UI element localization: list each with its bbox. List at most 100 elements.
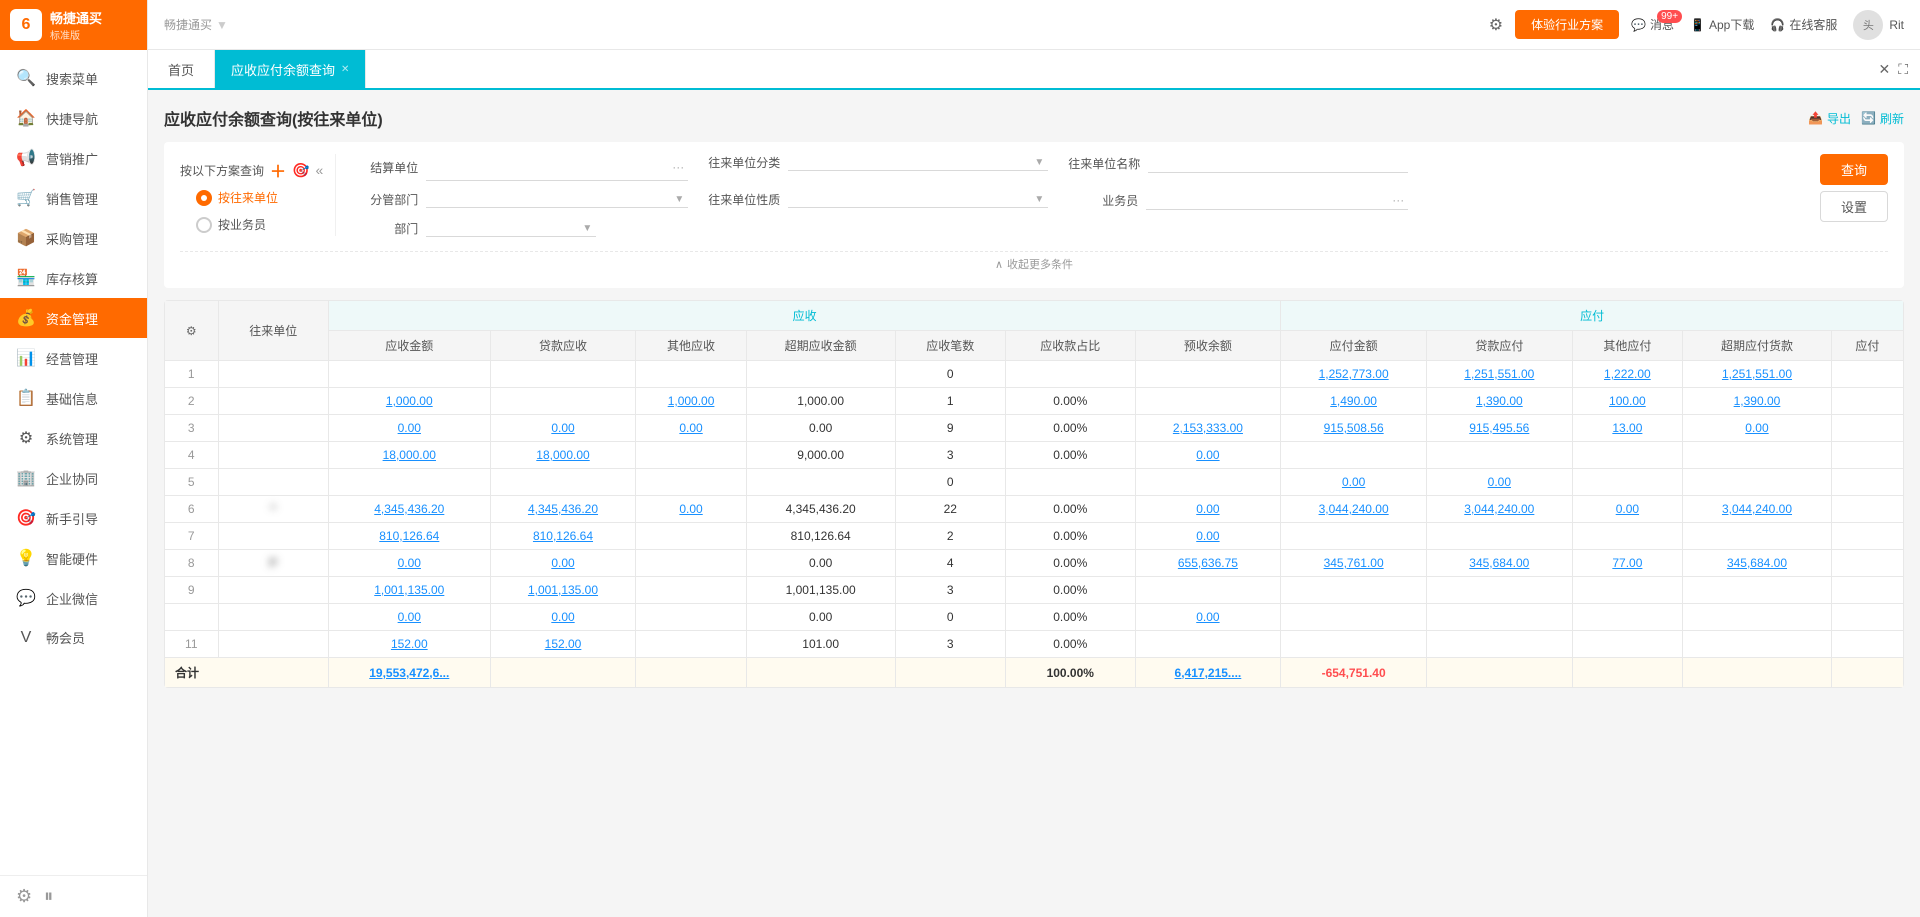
sidebar-settings-icon[interactable]: ⚙: [16, 886, 32, 907]
th-yingshou-count: 应收笔数: [895, 331, 1005, 361]
chevron-down-fenguan: ▼: [674, 194, 684, 205]
th-settings-icon[interactable]: ⚙: [165, 301, 219, 361]
sidebar: 6 畅捷通买 标准版 🔍搜索菜单🏠快捷导航📢营销推广🛒销售管理📦采购管理🏪库存核…: [0, 0, 148, 917]
table-row: 11152.00152.00101.0030.00%: [165, 631, 1904, 658]
footer-yingshou-amount[interactable]: 19,553,472,6...: [328, 658, 490, 688]
footer-chaoqi-yingfu: [1683, 658, 1832, 688]
sidebar-item-newbie[interactable]: 🎯新手引导: [0, 498, 147, 538]
sidebar-icon-newbie: 🎯: [16, 508, 36, 528]
data-table-wrap: ⚙ 往来单位 应收 应付 应收金额 贷款应收 其他应收 超期应收金额 应收笔数 …: [164, 300, 1904, 688]
footer-yingfu-extra: [1831, 658, 1903, 688]
add-filter-icon[interactable]: ＋: [270, 158, 286, 182]
tab-close-icon[interactable]: ✕: [341, 64, 349, 75]
sidebar-icon-search: 🔍: [16, 68, 36, 88]
sidebar-item-sales[interactable]: 🛒 销售管理: [0, 178, 147, 218]
filter-select-nature[interactable]: ▼: [788, 192, 1048, 208]
refresh-icon: 🔄: [1861, 111, 1876, 125]
sidebar-icon-operation: 📊: [16, 348, 36, 368]
sidebar-icon-quicknav: 🏠: [16, 108, 36, 128]
filter-select-dept[interactable]: ▼: [426, 221, 596, 237]
query-button[interactable]: 查询: [1820, 154, 1888, 185]
page-actions: 📤 导出 🔄 刷新: [1808, 110, 1904, 127]
sidebar-item-search[interactable]: 🔍搜索菜单: [0, 58, 147, 98]
sidebar-item-enterprise[interactable]: 🏢 企业协同: [0, 458, 147, 498]
filter-jiesuan-dots[interactable]: ···: [672, 160, 684, 174]
sidebar-item-marketing[interactable]: 📢营销推广: [0, 138, 147, 178]
export-button[interactable]: 📤 导出: [1808, 110, 1851, 127]
collapse-bar[interactable]: ∧ 收起更多条件: [180, 251, 1888, 276]
tabbar-expand-icon[interactable]: ⛶: [1898, 61, 1908, 78]
customer-service-label: 在线客服: [1789, 16, 1837, 33]
table-row: 91,001,135.001,001,135.001,001,135.0030.…: [165, 577, 1904, 604]
filter-input-jiesuan[interactable]: [430, 156, 672, 178]
sidebar-item-hardware[interactable]: 💡智能硬件: [0, 538, 147, 578]
footer-chaoqi-yingshou: [746, 658, 895, 688]
data-table: ⚙ 往来单位 应收 应付 应收金额 贷款应收 其他应收 超期应收金额 应收笔数 …: [164, 300, 1904, 688]
tab-receivable-label: 应收应付余额查询: [231, 60, 335, 79]
sidebar-collapse-icon[interactable]: ⏸: [44, 886, 53, 907]
tabbar-close-icon[interactable]: ✕: [1878, 61, 1890, 78]
tab-receivable[interactable]: 应收应付余额查询 ✕: [215, 50, 366, 88]
settings-button[interactable]: 设置: [1820, 191, 1888, 222]
filter-label-jiesuan: 结算单位: [348, 159, 418, 176]
filter-type-by-staff[interactable]: 按业务员: [188, 213, 323, 236]
sidebar-item-system[interactable]: ⚙系统管理: [0, 418, 147, 458]
filter-select-lailai-cat[interactable]: ▼: [788, 155, 1048, 171]
sidebar-item-operation[interactable]: 📊经营管理: [0, 338, 147, 378]
sidebar-label-finance: 资金管理: [46, 309, 98, 328]
topbar-right: 💬 消息 99+ 📱 App下载 🎧 在线客服 头 Rit: [1631, 10, 1904, 40]
filter-collapse-arrow[interactable]: «: [315, 162, 323, 178]
sidebar-label-enterprise: 企业协同: [46, 469, 98, 488]
sidebar-item-quicknav[interactable]: 🏠快捷导航: [0, 98, 147, 138]
sidebar-label-member: 畅会员: [46, 628, 85, 647]
refresh-button[interactable]: 🔄 刷新: [1861, 110, 1904, 127]
filter-input-yewuyuan[interactable]: [1150, 193, 1392, 207]
filter-type-by-unit[interactable]: 按往来单位: [188, 186, 323, 209]
customer-service-item[interactable]: 🎧 在线客服: [1770, 16, 1837, 33]
table-row: 500.000.00: [165, 469, 1904, 496]
promo-button[interactable]: 体验行业方案: [1515, 10, 1619, 39]
sidebar-item-inventory[interactable]: 🏪库存核算: [0, 258, 147, 298]
footer-yingfu-amount: -654,751.40: [1281, 658, 1427, 688]
table-header-detail-row: 应收金额 贷款应收 其他应收 超期应收金额 应收笔数 应收款占比 预收余额 应付…: [165, 331, 1904, 361]
filter-settings-icon[interactable]: 🎯: [292, 162, 309, 179]
sidebar-item-basic[interactable]: 📋基础信息: [0, 378, 147, 418]
customer-service-icon: 🎧: [1770, 18, 1785, 32]
filter-select-fenguan[interactable]: ▼: [426, 192, 688, 208]
footer-daikuan: [490, 658, 636, 688]
avatar: 头: [1853, 10, 1883, 40]
filter-scheme-label: 按以下方案查询: [180, 162, 264, 179]
user-area[interactable]: 头 Rit: [1853, 10, 1904, 40]
sidebar-item-member[interactable]: V畅会员: [0, 618, 147, 657]
filter-toolbar: 按以下方案查询 ＋ 🎯 «: [180, 154, 323, 186]
sidebar-icon-enterprise: 🏢: [16, 468, 36, 488]
sidebar-item-finance[interactable]: 💰资金管理: [0, 298, 147, 338]
topbar-settings-icon[interactable]: ⚙: [1489, 15, 1503, 35]
sidebar-label-inventory: 库存核算: [46, 269, 98, 288]
filter-type-staff-label: 按业务员: [218, 216, 266, 233]
th-yushou-balance: 预收余额: [1135, 331, 1281, 361]
sidebar-label-basic: 基础信息: [46, 389, 98, 408]
sidebar-label-sales: 销售管理: [46, 189, 98, 208]
filter-label-nature: 往来单位性质: [708, 191, 780, 208]
th-chaoqi-yingshou: 超期应收金额: [746, 331, 895, 361]
footer-ratio: 100.00%: [1005, 658, 1135, 688]
sidebar-item-purchase[interactable]: 📦采购管理: [0, 218, 147, 258]
collapse-label: 收起更多条件: [1007, 256, 1073, 272]
breadcrumb-arrow: ▼: [216, 18, 228, 32]
filter-input-lailai-name[interactable]: [1148, 154, 1408, 173]
app-download-item[interactable]: 📱 App下载: [1690, 16, 1754, 33]
filter-conditions: 结算单位 ··· 往来单位分类 ▼: [348, 154, 1804, 247]
sidebar-icon-weixin: 💬: [16, 588, 36, 608]
messages-item[interactable]: 💬 消息 99+: [1631, 16, 1674, 33]
footer-yushou[interactable]: 6,417,215....: [1135, 658, 1281, 688]
sidebar-label-marketing: 营销推广: [46, 149, 98, 168]
sidebar-item-weixin[interactable]: 💬企业微信: [0, 578, 147, 618]
sidebar-icon-sales: 🛒: [16, 188, 36, 208]
tab-home[interactable]: 首页: [148, 50, 215, 88]
table-row: 101,252,773.001,251,551.001,222.001,251,…: [165, 361, 1904, 388]
filter-yewuyuan-dots[interactable]: ···: [1392, 193, 1404, 207]
tabbar-right: ✕ ⛶: [1866, 50, 1920, 88]
filter-col-dept: 部门 ▼: [348, 220, 688, 237]
sidebar-icon-system: ⚙: [16, 428, 36, 448]
